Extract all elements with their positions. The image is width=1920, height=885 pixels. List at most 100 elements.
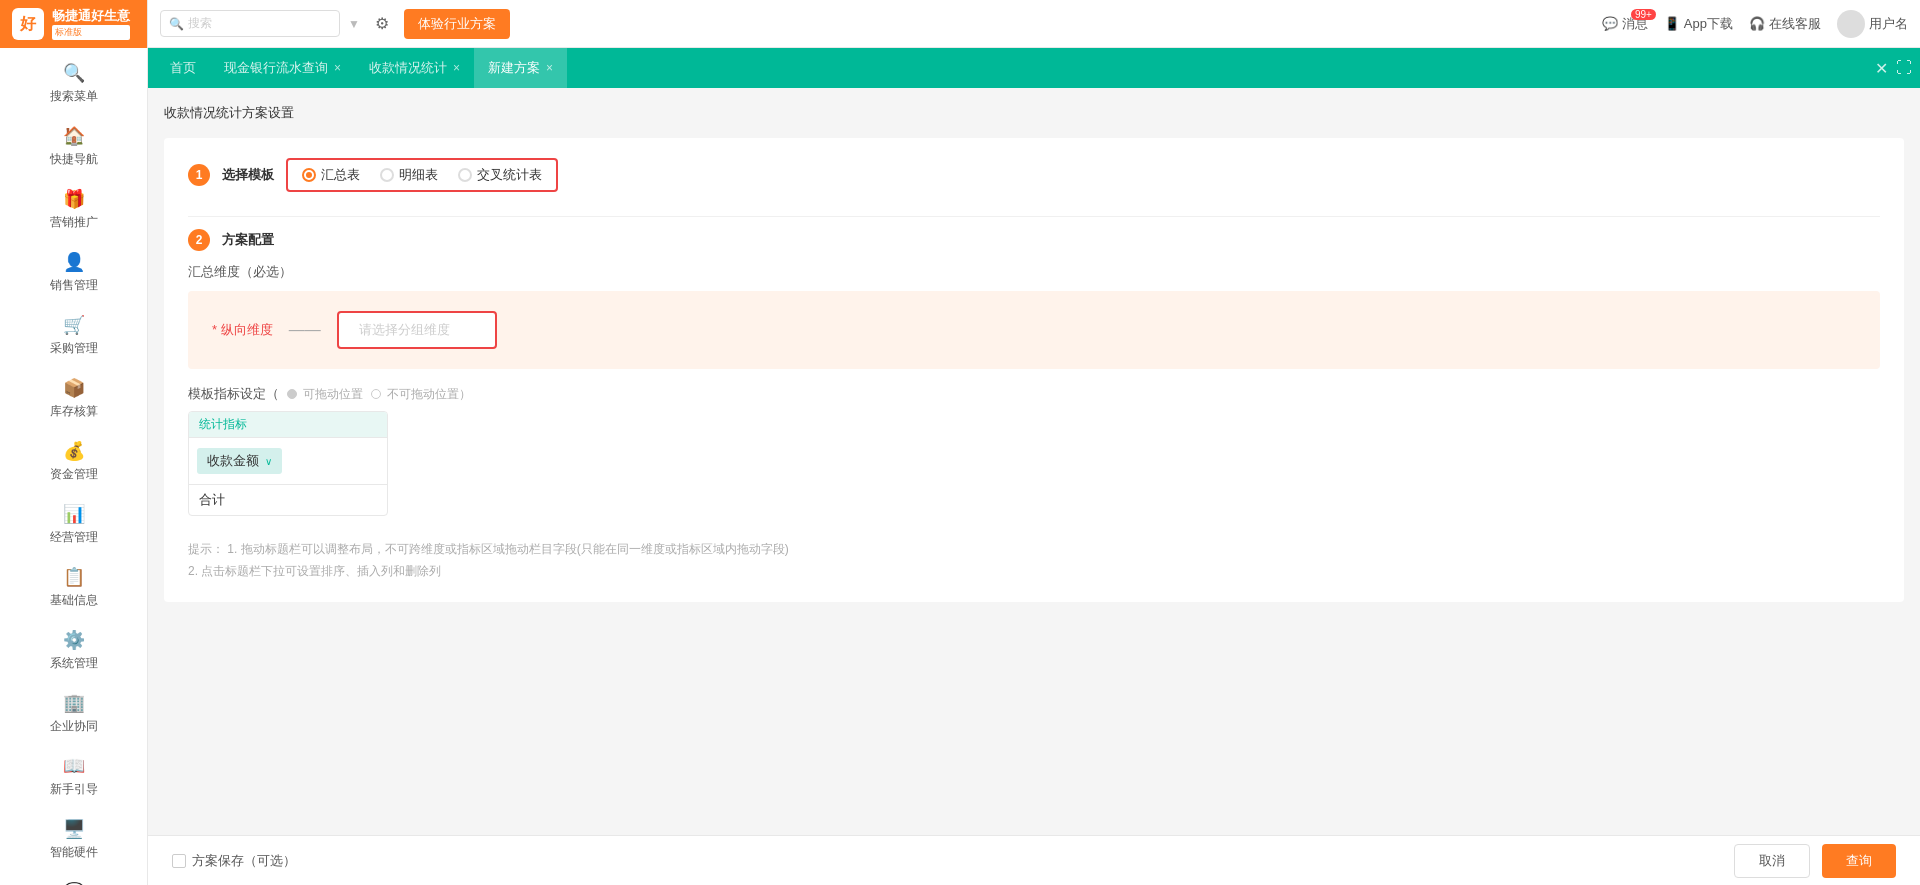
option-detail-label: 明细表 <box>399 166 438 184</box>
service-icon: 🎧 <box>1749 16 1765 31</box>
tab-bank-flow[interactable]: 现金银行流水查询 × <box>210 48 355 88</box>
sidebar-item-system[interactable]: ⚙️ 系统管理 <box>0 619 147 682</box>
option-cross[interactable]: 交叉统计表 <box>458 166 542 184</box>
page-title: 收款情况统计方案设置 <box>164 104 1904 122</box>
vertical-dimension-label: * 纵向维度 <box>212 321 273 339</box>
message-icon: 💬 <box>1602 16 1618 31</box>
sidebar-label-operation: 经营管理 <box>50 529 98 546</box>
header: 🔍 搜索 ▼ ⚙ 体验行业方案 💬 消息 99+ 📱 App下载 🎧 <box>148 0 1920 48</box>
tabs-bar: 首页 现金银行流水查询 × 收款情况统计 × 新建方案 × ✕ ⛶ <box>148 48 1920 88</box>
search-icon: 🔍 <box>169 17 184 31</box>
online-service-label: 在线客服 <box>1769 15 1821 33</box>
app-download-button[interactable]: 📱 App下载 <box>1664 15 1733 33</box>
user-menu[interactable]: 用户名 <box>1837 10 1908 38</box>
save-option[interactable]: 方案保存（可选） <box>172 852 296 870</box>
step1-row: 1 选择模板 汇总表 明细表 交叉统计表 <box>188 158 1880 192</box>
sidebar-label-sales: 销售管理 <box>50 277 98 294</box>
tab-receipt-stat-close[interactable]: × <box>453 61 460 75</box>
content-area: 收款情况统计方案设置 1 选择模板 汇总表 明细表 <box>148 88 1920 835</box>
header-search-box[interactable]: 🔍 搜索 <box>160 10 340 37</box>
sidebar-item-basic-info[interactable]: 📋 基础信息 <box>0 556 147 619</box>
save-checkbox[interactable] <box>172 854 186 868</box>
sidebar-logo: 好 畅捷通好生意 标准版 <box>0 0 147 48</box>
drag-dot-empty <box>371 389 381 399</box>
dimension-placeholder: 请选择分组维度 <box>359 322 450 337</box>
tab-new-plan-label: 新建方案 <box>488 59 540 77</box>
tips-section: 提示： 1. 拖动标题栏可以调整布局，不可跨维度或指标区域拖动栏目字段(只能在同… <box>188 539 1880 582</box>
online-service-button[interactable]: 🎧 在线客服 <box>1749 15 1821 33</box>
dimension-select[interactable]: 请选择分组维度 <box>337 311 497 349</box>
notif-badge: 99+ <box>1631 9 1656 20</box>
user-name: 用户名 <box>1869 15 1908 33</box>
maximize-window-button[interactable]: ⛶ <box>1896 59 1912 77</box>
tab-home[interactable]: 首页 <box>156 48 210 88</box>
logo-icon: 好 <box>12 8 44 40</box>
tab-receipt-stat-label: 收款情况统计 <box>369 59 447 77</box>
sidebar-item-guide[interactable]: 📖 新手引导 <box>0 745 147 808</box>
option-summary[interactable]: 汇总表 <box>302 166 360 184</box>
close-window-button[interactable]: ✕ <box>1875 59 1888 78</box>
non-draggable-hint-label: 不可拖动位置） <box>387 386 471 403</box>
footer-buttons: 取消 查询 <box>1734 844 1896 878</box>
draggable-hint-label: 可拖动位置 <box>303 386 363 403</box>
step2-badge: 2 <box>188 229 210 251</box>
dimension-section-title: 汇总维度（必选） <box>188 263 1880 281</box>
sidebar-item-search[interactable]: 🔍 搜索菜单 <box>0 52 147 115</box>
sidebar-label-guide: 新手引导 <box>50 781 98 798</box>
search-placeholder: 搜索 <box>188 15 212 32</box>
sidebar-label-basic-info: 基础信息 <box>50 592 98 609</box>
step-divider <box>188 216 1880 217</box>
header-right: 💬 消息 99+ 📱 App下载 🎧 在线客服 用户名 <box>1602 10 1908 38</box>
sidebar-label-inventory: 库存核算 <box>50 403 98 420</box>
indicator-tag-label: 收款金额 <box>207 452 259 470</box>
step2-row: 2 方案配置 <box>188 229 1880 251</box>
person-icon: 👤 <box>63 251 85 273</box>
tab-receipt-stat[interactable]: 收款情况统计 × <box>355 48 474 88</box>
logo-text: 畅捷通好生意 <box>52 8 130 24</box>
sidebar-item-marketing[interactable]: 🎁 营销推广 <box>0 178 147 241</box>
radio-detail-circle <box>380 168 394 182</box>
home-icon: 🏠 <box>63 125 85 147</box>
window-controls: ✕ ⛶ <box>1875 59 1912 78</box>
industry-solution-button[interactable]: 体验行业方案 <box>404 9 510 39</box>
chevron-down-icon: ∨ <box>265 456 272 467</box>
tab-new-plan[interactable]: 新建方案 × <box>474 48 567 88</box>
settings-button[interactable]: ⚙ <box>368 10 396 38</box>
monitor-icon: 🖥️ <box>63 818 85 840</box>
cancel-button[interactable]: 取消 <box>1734 844 1810 878</box>
drag-dot-filled <box>287 389 297 399</box>
tab-bank-flow-close[interactable]: × <box>334 61 341 75</box>
option-detail[interactable]: 明细表 <box>380 166 438 184</box>
radio-cross-circle <box>458 168 472 182</box>
sidebar-item-enterprise[interactable]: 🏢 企业协同 <box>0 682 147 745</box>
sidebar-item-fund[interactable]: 💰 资金管理 <box>0 430 147 493</box>
sidebar-item-operation[interactable]: 📊 经营管理 <box>0 493 147 556</box>
gear-sidebar-icon: ⚙️ <box>63 629 85 651</box>
step2-content: 汇总维度（必选） * 纵向维度 —— 请选择分组维度 模板指标设定（ <box>188 263 1880 582</box>
template-options: 汇总表 明细表 交叉统计表 <box>286 158 558 192</box>
sidebar-label-search: 搜索菜单 <box>50 88 98 105</box>
chat-icon: 💬 <box>63 881 85 885</box>
sidebar-item-wechat[interactable]: 💬 企业微信 <box>0 871 147 885</box>
sidebar-item-purchase[interactable]: 🛒 采购管理 <box>0 304 147 367</box>
search-nav-icon: 🔍 <box>63 62 85 84</box>
tab-new-plan-close[interactable]: × <box>546 61 553 75</box>
header-dropdown[interactable]: ▼ <box>348 17 360 31</box>
sidebar-item-inventory[interactable]: 📦 库存核算 <box>0 367 147 430</box>
cart-icon: 🛒 <box>63 314 85 336</box>
tip-line2: 2. 点击标题栏下拉可设置排序、插入列和删除列 <box>188 561 1880 583</box>
gear-icon: ⚙ <box>375 14 389 33</box>
download-icon: 📱 <box>1664 16 1680 31</box>
indicator-tag-receipt[interactable]: 收款金额 ∨ <box>197 448 282 474</box>
non-draggable-hint: 不可拖动位置） <box>371 386 471 403</box>
indicator-header: 模板指标设定（ 可拖动位置 不可拖动位置） <box>188 385 1880 403</box>
notification-button[interactable]: 💬 消息 99+ <box>1602 15 1648 33</box>
option-cross-label: 交叉统计表 <box>477 166 542 184</box>
sidebar-item-sales[interactable]: 👤 销售管理 <box>0 241 147 304</box>
query-button[interactable]: 查询 <box>1822 844 1896 878</box>
sidebar-label-system: 系统管理 <box>50 655 98 672</box>
indicator-tags-row: 收款金额 ∨ <box>189 438 387 484</box>
sidebar-item-smart-hw[interactable]: 🖥️ 智能硬件 <box>0 808 147 871</box>
money-icon: 💰 <box>63 440 85 462</box>
sidebar-item-quick-nav[interactable]: 🏠 快捷导航 <box>0 115 147 178</box>
